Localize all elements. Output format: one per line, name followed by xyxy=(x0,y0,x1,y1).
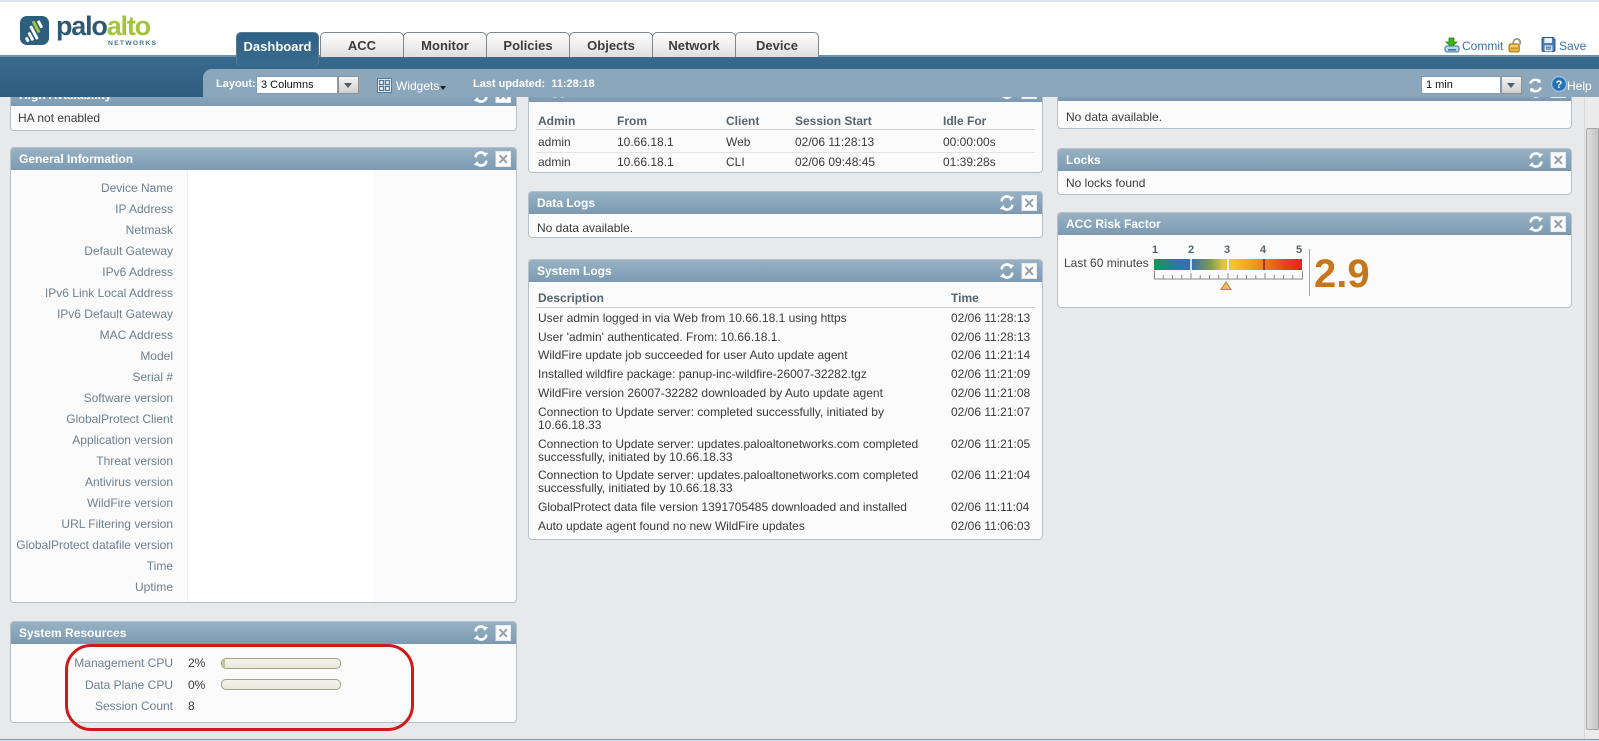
svg-text:?: ? xyxy=(1556,79,1563,91)
